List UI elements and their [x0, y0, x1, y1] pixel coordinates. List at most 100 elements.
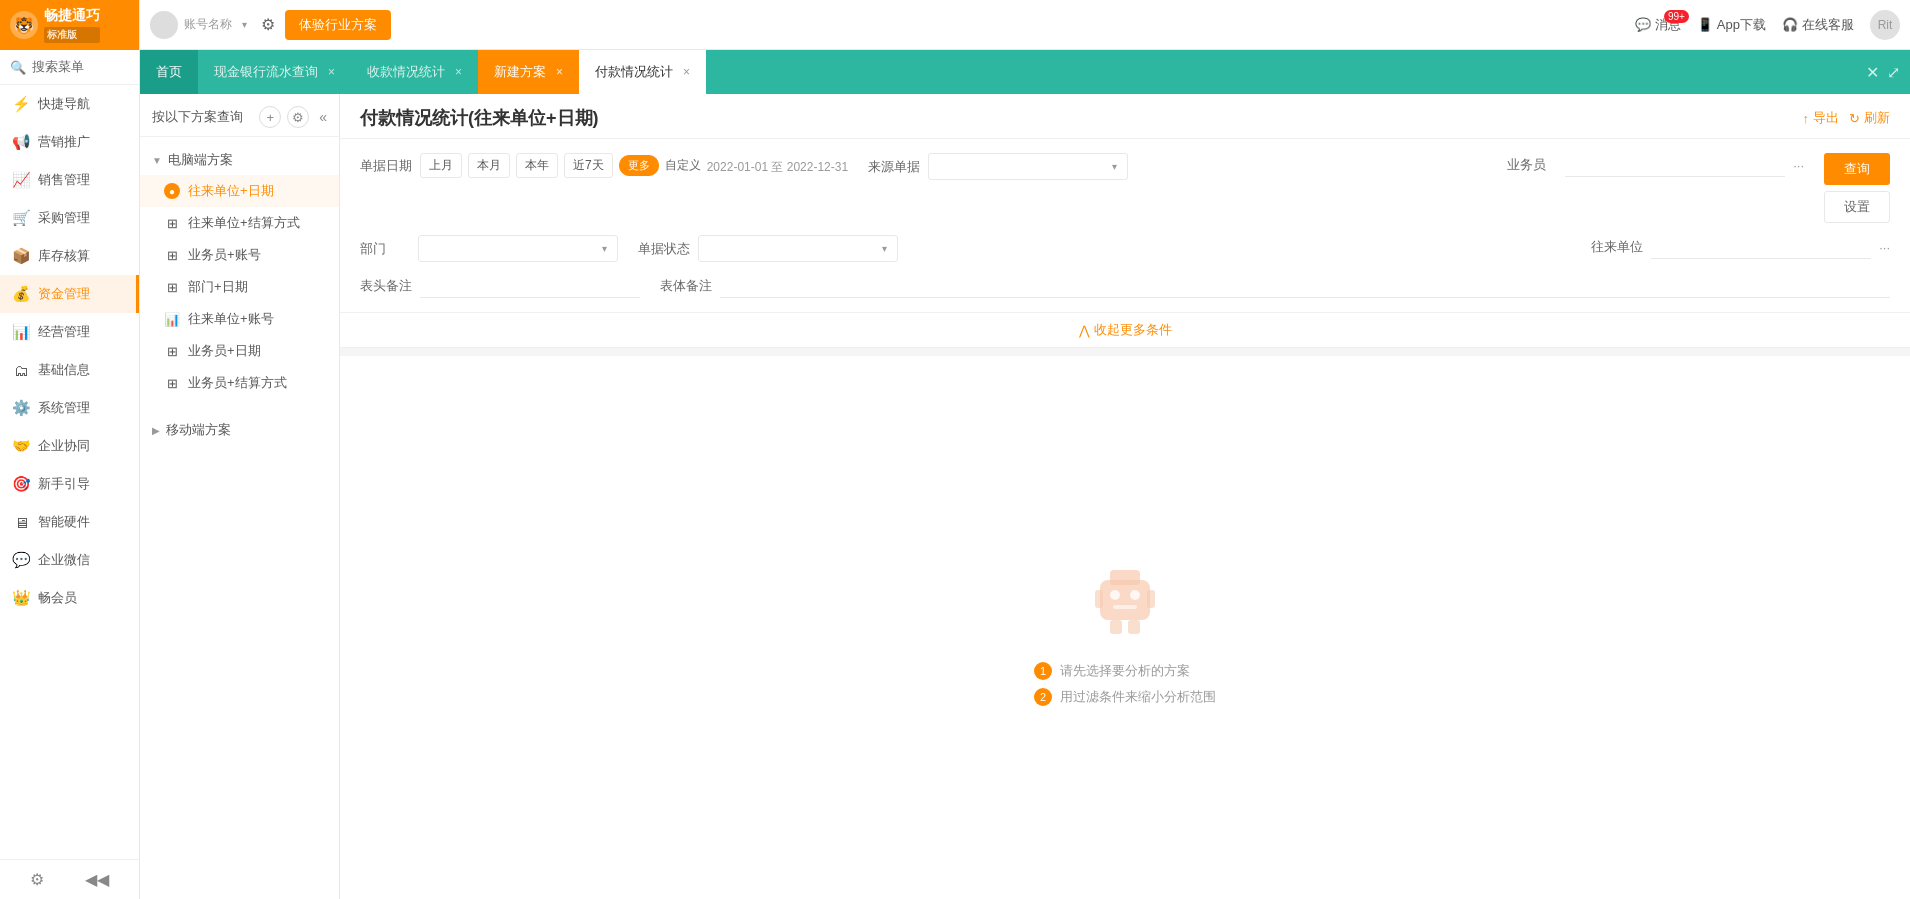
tabbar-spacer: [706, 50, 1856, 94]
sidebar-item-wechat[interactable]: 💬 企业微信: [0, 541, 139, 579]
partner-label: 往来单位: [1591, 238, 1643, 256]
account-chevron-icon[interactable]: ▾: [242, 19, 247, 30]
sidebar-item-enterprise[interactable]: 🤝 企业协同: [0, 427, 139, 465]
sidebar-item-sales[interactable]: 📈 销售管理: [0, 161, 139, 199]
doc-status-arrow-icon: ▾: [882, 243, 887, 254]
tab-close-new-scheme[interactable]: ×: [556, 65, 563, 79]
sidebar-item-finance[interactable]: 💰 资金管理: [0, 275, 139, 313]
header-note-input[interactable]: [420, 274, 640, 298]
add-scheme-btn[interactable]: +: [259, 106, 281, 128]
scheme-item-staff-account[interactable]: ⊞ 业务员+账号: [140, 239, 339, 271]
search-icon: 🔍: [10, 60, 26, 75]
query-btn[interactable]: 查询: [1824, 153, 1890, 185]
filter-row-1: 单据日期 上月 本月 本年 近7天 更多 自定义 2022-01-01 至 20…: [360, 153, 1890, 223]
refresh-btn[interactable]: ↻ 刷新: [1849, 109, 1890, 127]
message-icon: 💬: [1635, 17, 1651, 32]
scheme-item-dept-date[interactable]: ⊞ 部门+日期: [140, 271, 339, 303]
user-avatar[interactable]: Rit: [1870, 10, 1900, 40]
sidebar-item-quick-nav[interactable]: ⚡ 快捷导航: [0, 85, 139, 123]
body-note-input[interactable]: [720, 274, 1890, 298]
partner-ellipsis[interactable]: ···: [1879, 240, 1890, 255]
tab-payment-stats[interactable]: 付款情况统计 ×: [579, 50, 706, 94]
scheme-settings-btn[interactable]: ⚙: [287, 106, 309, 128]
online-service-btn[interactable]: 🎧 在线客服: [1782, 16, 1854, 34]
sidebar-item-operations[interactable]: 📊 经营管理: [0, 313, 139, 351]
tab-new-scheme[interactable]: 新建方案 ×: [478, 50, 579, 94]
app-download-btn[interactable]: 📱 App下载: [1697, 16, 1766, 34]
scheme-item-partner-payment[interactable]: ⊞ 往来单位+结算方式: [140, 207, 339, 239]
section-arrow-down-icon: ▼: [152, 155, 162, 166]
source-select[interactable]: ▾: [928, 153, 1128, 180]
tab-close-all-btn[interactable]: ✕: [1866, 63, 1879, 82]
filter-dept-item: 部门 ▾: [360, 235, 618, 262]
date-btn-last-month[interactable]: 上月: [420, 153, 462, 178]
sidebar-item-hardware[interactable]: 🖥 智能硬件: [0, 503, 139, 541]
svg-point-2: [1110, 590, 1120, 600]
dept-label: 部门: [360, 240, 410, 258]
sidebar-bottom: ⚙ ◀◀: [0, 859, 139, 899]
tab-home[interactable]: 首页: [140, 50, 198, 94]
tab-close-bank-flow[interactable]: ×: [328, 65, 335, 79]
table-scheme-icon2: ⊞: [164, 247, 180, 263]
enterprise-icon: 🤝: [12, 437, 30, 455]
guide-icon: 🎯: [12, 475, 30, 493]
message-btn[interactable]: 💬 消息 99+: [1635, 16, 1681, 34]
topbar-actions: 💬 消息 99+ 📱 App下载 🎧 在线客服 Rit: [1635, 10, 1900, 40]
settings-bottom-btn[interactable]: ⚙: [30, 870, 44, 889]
date-btn-this-year[interactable]: 本年: [516, 153, 558, 178]
sidebar-item-vip[interactable]: 👑 畅会员: [0, 579, 139, 617]
tab-collection-stats[interactable]: 收款情况统计 ×: [351, 50, 478, 94]
tab-bank-flow[interactable]: 现金银行流水查询 ×: [198, 50, 351, 94]
doc-status-select[interactable]: ▾: [698, 235, 898, 262]
header-note-label: 表头备注: [360, 277, 412, 295]
date-options: 上月 本月 本年 近7天 更多 自定义 2022-01-01 至 2022-12…: [420, 153, 848, 178]
date-btn-7days[interactable]: 近7天: [564, 153, 613, 178]
scheme-item-staff-date[interactable]: ⊞ 业务员+日期: [140, 335, 339, 367]
empty-state: 1 请先选择要分析的方案 2 用过滤条件来缩小分析范围: [340, 356, 1910, 899]
filter-settings-btn[interactable]: 设置: [1824, 191, 1890, 223]
sidebar: 🐯 畅捷通巧 标准版 🔍 搜索菜单 ⚡ 快捷导航 📢 营销推广 📈 销售管理: [0, 0, 140, 899]
collapse-sidebar-btn[interactable]: ◀◀: [85, 870, 109, 889]
refresh-icon: ↻: [1849, 111, 1860, 126]
sidebar-item-inventory[interactable]: 📦 库存核算: [0, 237, 139, 275]
search-menu[interactable]: 🔍 搜索菜单: [0, 50, 139, 85]
empty-step-1: 1 请先选择要分析的方案: [1034, 662, 1216, 680]
trial-btn[interactable]: 体验行业方案: [285, 10, 391, 40]
scheme-collapse-btn[interactable]: «: [319, 109, 327, 125]
sidebar-item-basic-info[interactable]: 🗂 基础信息: [0, 351, 139, 389]
staff-ellipsis[interactable]: ···: [1793, 158, 1804, 173]
scheme-item-staff-payment[interactable]: ⊞ 业务员+结算方式: [140, 367, 339, 399]
partner-input[interactable]: [1651, 235, 1871, 259]
sidebar-item-marketing[interactable]: 📢 营销推广: [0, 123, 139, 161]
desktop-section-header[interactable]: ▼ 电脑端方案: [140, 145, 339, 175]
account-avatar: [150, 11, 178, 39]
quick-nav-icon: ⚡: [12, 95, 30, 113]
date-btn-this-month[interactable]: 本月: [468, 153, 510, 178]
date-btn-more[interactable]: 更多: [619, 155, 659, 176]
mobile-section-header[interactable]: ▶ 移动端方案: [140, 415, 339, 445]
scheme-item-partner-account[interactable]: 📊 往来单位+账号: [140, 303, 339, 335]
account-info: 账号名称: [150, 11, 232, 39]
topbar-gear-icon[interactable]: ⚙: [261, 15, 275, 34]
step-num-2: 2: [1034, 688, 1052, 706]
export-icon: ↑: [1803, 111, 1810, 126]
date-custom-label[interactable]: 自定义: [665, 157, 701, 174]
chart-scheme-icon: 📊: [164, 311, 180, 327]
staff-input[interactable]: [1565, 153, 1785, 177]
scheme-item-partner-date[interactable]: ● 往来单位+日期: [140, 175, 339, 207]
export-btn[interactable]: ↑ 导出: [1803, 109, 1840, 127]
tab-close-collection[interactable]: ×: [455, 65, 462, 79]
sidebar-item-system[interactable]: ⚙️ 系统管理: [0, 389, 139, 427]
tab-expand-btn[interactable]: ⤢: [1887, 63, 1900, 82]
table-scheme-icon: ⊞: [164, 215, 180, 231]
date-label: 单据日期: [360, 157, 412, 175]
inventory-icon: 📦: [12, 247, 30, 265]
filter-staff-item: 业务员 ···: [1507, 153, 1804, 177]
tab-close-payment-stats[interactable]: ×: [683, 65, 690, 79]
collapse-bar[interactable]: ⋀ 收起更多条件: [340, 313, 1910, 348]
sidebar-item-guide[interactable]: 🎯 新手引导: [0, 465, 139, 503]
sidebar-item-purchase[interactable]: 🛒 采购管理: [0, 199, 139, 237]
collapse-bar-text: ⋀ 收起更多条件: [1079, 321, 1172, 339]
dept-select[interactable]: ▾: [418, 235, 618, 262]
active-scheme-icon: ●: [164, 183, 180, 199]
